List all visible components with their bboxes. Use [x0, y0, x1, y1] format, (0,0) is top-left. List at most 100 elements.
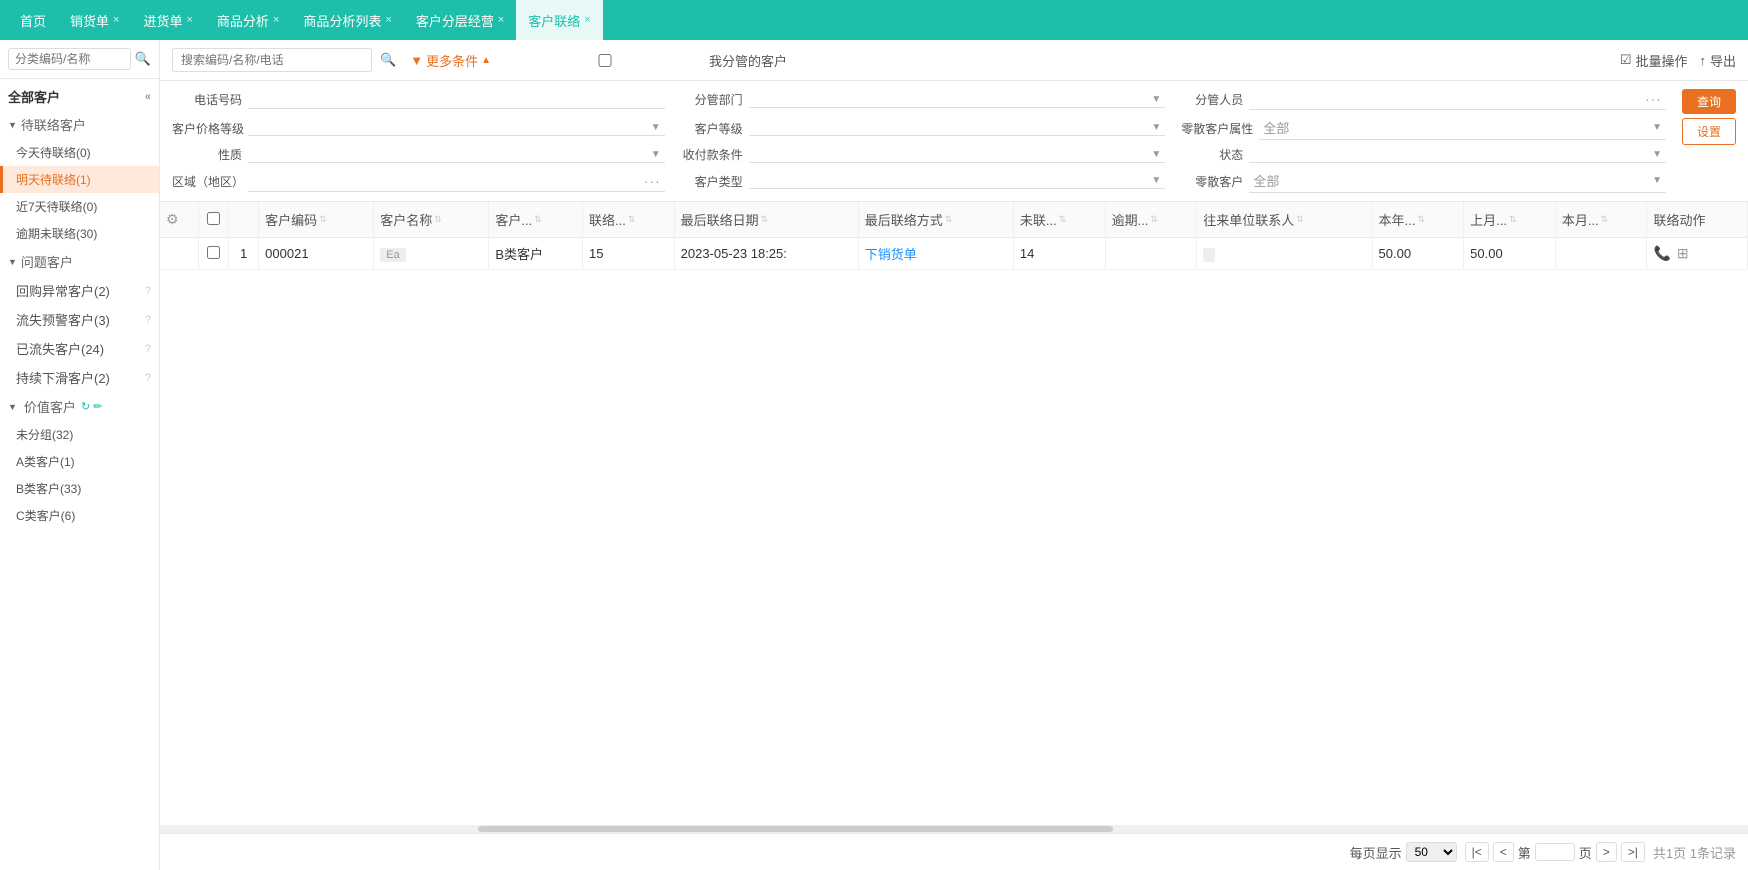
nav-home[interactable]: 首页 — [8, 0, 58, 40]
sort-icon-this-month[interactable]: ⇅ — [1601, 214, 1609, 225]
col-checkbox — [199, 202, 229, 238]
sort-icon-uncontacted[interactable]: ⇅ — [1059, 214, 1067, 225]
col-uncontacted: 未联...⇅ — [1013, 202, 1105, 238]
settings-button[interactable]: 设置 — [1682, 118, 1736, 145]
nav-sales[interactable]: 销货单 × — [58, 0, 131, 40]
sort-icon-code[interactable]: ⇅ — [319, 214, 327, 225]
last-page-btn[interactable]: >| — [1621, 842, 1645, 862]
scatter-attr-select[interactable]: 全部 ▼ — [1259, 116, 1666, 140]
sidebar-group-pending[interactable]: ▼ 待联络客户 — [0, 110, 159, 139]
sort-icon-last-date[interactable]: ⇅ — [761, 214, 769, 225]
sort-icon-overdue[interactable]: ⇅ — [1150, 214, 1158, 225]
sidebar-search-icon[interactable]: 🔍 — [135, 51, 151, 67]
payment-terms-select[interactable]: ▼ — [749, 147, 1166, 163]
nav-close-sales[interactable]: × — [113, 14, 119, 26]
chevron-down-icon-5: ▼ — [651, 149, 661, 160]
nav-close-goods-analysis-list[interactable]: × — [385, 14, 391, 26]
main-layout: 🔍 全部客户 « ▼ 待联络客户 今天待联络(0) 明天待联络(1) 近7天待联… — [0, 40, 1748, 870]
nav-customer-contact[interactable]: 客户联络 × — [516, 0, 602, 40]
col-gear: ⚙ — [160, 202, 199, 238]
sidebar-item-tomorrow[interactable]: 明天待联络(1) — [0, 166, 159, 193]
nav-close-customer-contact[interactable]: × — [584, 14, 590, 26]
phone-input[interactable] — [248, 90, 665, 109]
sidebar-item-declining[interactable]: 持续下滑客户(2) ? — [0, 363, 159, 392]
nav-close-customer-stratify[interactable]: × — [498, 14, 504, 26]
price-level-select[interactable]: ▼ — [248, 120, 665, 136]
select-all-checkbox[interactable] — [207, 212, 220, 225]
query-button[interactable]: 查询 — [1682, 89, 1736, 114]
customer-level-select[interactable]: ▼ — [749, 120, 1166, 136]
sidebar-item-classC[interactable]: C类客户(6) — [0, 502, 159, 529]
current-page-input[interactable]: 1 — [1535, 843, 1575, 861]
horizontal-scrollbar[interactable] — [160, 825, 1748, 833]
grid-action-icon[interactable]: ⊞ — [1677, 245, 1689, 262]
cell-unit-contact — [1197, 238, 1372, 270]
dept-select[interactable]: ▼ — [749, 92, 1166, 108]
col-contact: 联络...⇅ — [582, 202, 674, 238]
last-method-link[interactable]: 下销货单 — [865, 247, 917, 262]
more-conditions-btn[interactable]: ▼ 更多条件 ▲ — [404, 49, 497, 72]
filter-row-2: 客户价格等级 ▼ 客户等级 ▼ — [172, 116, 1666, 140]
nav-goods-analysis-list[interactable]: 商品分析列表 × — [291, 0, 403, 40]
search-input[interactable] — [172, 48, 372, 72]
sort-icon-unit-contact[interactable]: ⇅ — [1296, 214, 1304, 225]
sidebar-item-lostpending[interactable]: 流失预警客户(3) ? — [0, 305, 159, 334]
edit-icon[interactable]: ✏ — [93, 400, 102, 413]
row-checkbox[interactable] — [207, 246, 220, 259]
my-customers-checkbox[interactable]: 我分管的客户 — [505, 51, 787, 70]
problem-customer-label: 问题客户 — [21, 252, 73, 271]
sidebar-item-unclassified[interactable]: 未分组(32) — [0, 421, 159, 448]
nature-select[interactable]: ▼ — [248, 147, 665, 163]
batch-action-btn[interactable]: ☑ 批量操作 — [1620, 51, 1688, 70]
gear-icon[interactable]: ⚙ — [166, 211, 179, 227]
sidebar-group-value[interactable]: ▼ 价值客户 ↻ ✏ — [0, 392, 159, 421]
prev-page-btn[interactable]: < — [1493, 842, 1514, 862]
scatter-customer-select[interactable]: 全部 ▼ — [1249, 169, 1666, 193]
filter-dept: 分管部门 ▼ — [673, 91, 1166, 108]
nav-close-purchase[interactable]: × — [186, 14, 192, 26]
region-select[interactable]: ··· — [248, 171, 665, 192]
filter-search-icon[interactable]: 🔍 — [380, 52, 396, 68]
sort-icon-last-method[interactable]: ⇅ — [945, 214, 953, 225]
nav-close-goods-analysis[interactable]: × — [273, 14, 279, 26]
right-actions: ☑ 批量操作 ↑ 导出 — [1620, 51, 1736, 70]
filter-row-3: 性质 ▼ 收付款条件 ▼ — [172, 146, 1666, 163]
filter-manager: 分管人员 ··· — [1173, 89, 1666, 110]
my-customers-check[interactable] — [505, 54, 705, 67]
phone-action-icon[interactable]: 📞 — [1653, 245, 1670, 262]
sort-icon-this-year[interactable]: ⇅ — [1417, 214, 1425, 225]
sort-icon-last-month[interactable]: ⇅ — [1509, 214, 1517, 225]
nav-goods-analysis[interactable]: 商品分析 × — [205, 0, 291, 40]
content-area: 🔍 ▼ 更多条件 ▲ 我分管的客户 ☑ 批量操作 ↑ 导出 — [160, 40, 1748, 870]
customer-type-select[interactable]: ▼ — [749, 173, 1166, 189]
help-icon-declining: ? — [145, 372, 151, 384]
export-btn[interactable]: ↑ 导出 — [1699, 51, 1736, 70]
filter-status: 状态 ▼ — [1173, 146, 1666, 163]
nav-purchase[interactable]: 进货单 × — [131, 0, 204, 40]
scrollbar-thumb[interactable] — [478, 826, 1113, 832]
chevron-down-icon-8: ▼ — [1151, 175, 1161, 186]
top-navigation: 首页 销货单 × 进货单 × 商品分析 × 商品分析列表 × 客户分层经营 × … — [0, 0, 1748, 40]
sort-icon-type[interactable]: ⇅ — [534, 214, 542, 225]
manager-select[interactable]: ··· — [1249, 89, 1666, 110]
sidebar-group-problem[interactable]: ▼ 问题客户 — [0, 247, 159, 276]
sort-icon-name[interactable]: ⇅ — [434, 214, 442, 225]
page-size-select[interactable]: 50 100 200 — [1406, 842, 1457, 862]
sidebar-item-classB[interactable]: B类客户(33) — [0, 475, 159, 502]
sidebar-item-repurchase[interactable]: 回购异常客户(2) ? — [0, 276, 159, 305]
nav-customer-stratify[interactable]: 客户分层经营 × — [404, 0, 516, 40]
sidebar-item-overdue[interactable]: 逾期未联络(30) — [0, 220, 159, 247]
sort-icon-contact[interactable]: ⇅ — [628, 214, 636, 225]
all-customers-label: 全部客户 — [8, 87, 60, 106]
status-select[interactable]: ▼ — [1249, 147, 1666, 163]
first-page-btn[interactable]: |< — [1465, 842, 1489, 862]
sidebar-item-classA[interactable]: A类客户(1) — [0, 448, 159, 475]
col-num — [229, 202, 259, 238]
next-page-btn[interactable]: > — [1596, 842, 1617, 862]
collapse-icon[interactable]: « — [145, 91, 151, 103]
sidebar-item-today[interactable]: 今天待联络(0) — [0, 139, 159, 166]
sidebar-item-week7[interactable]: 近7天待联络(0) — [0, 193, 159, 220]
sidebar-item-lost[interactable]: 已流失客户(24) ? — [0, 334, 159, 363]
sidebar-search-input[interactable] — [8, 48, 131, 70]
refresh-icon[interactable]: ↻ — [81, 400, 90, 413]
